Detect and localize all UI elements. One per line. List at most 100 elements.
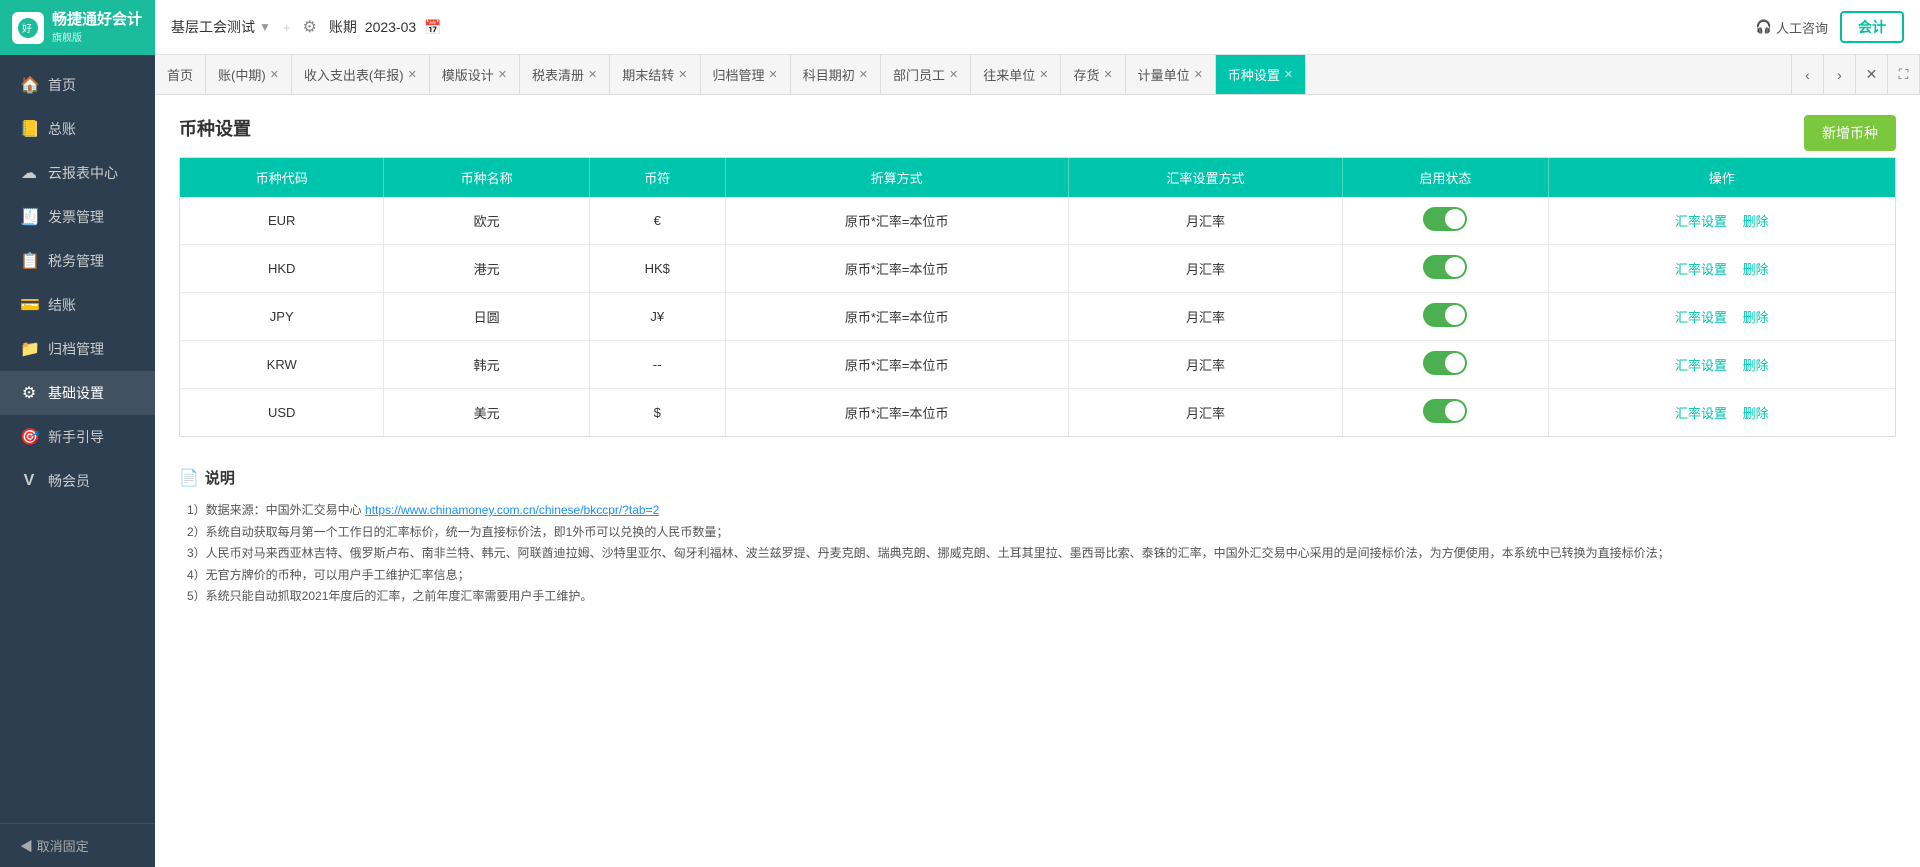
sidebar-item-settings[interactable]: ⚙ 基础设置 bbox=[0, 371, 155, 415]
tab-currency[interactable]: 币种设置 ✕ bbox=[1216, 55, 1306, 95]
cell-symbol: J¥ bbox=[589, 293, 725, 341]
toggle-enabled[interactable] bbox=[1423, 255, 1467, 279]
tab-tax-table[interactable]: 税表清册 ✕ bbox=[520, 55, 610, 95]
tab-midterm[interactable]: 账(中期) ✕ bbox=[206, 55, 292, 95]
dropdown-icon[interactable]: ▼ bbox=[259, 20, 271, 34]
tab-close-icon[interactable]: ✕ bbox=[678, 68, 687, 81]
tab-label: 部门员工 bbox=[893, 65, 945, 84]
sidebar-item-home[interactable]: 🏠 首页 bbox=[0, 63, 155, 107]
notes-title-text: 说明 bbox=[205, 467, 235, 488]
sidebar-collapse-btn[interactable]: ◀ 取消固定 bbox=[0, 823, 155, 867]
user-role-button[interactable]: 会计 bbox=[1840, 11, 1904, 43]
tab-close-icon[interactable]: ✕ bbox=[1194, 68, 1203, 81]
table-header-row: 币种代码 币种名称 币符 折算方式 汇率设置方式 启用状态 操作 bbox=[180, 158, 1895, 197]
cell-name: 日圆 bbox=[384, 293, 589, 341]
col-status: 启用状态 bbox=[1343, 158, 1548, 197]
list-item: 2）系统自动获取每月第一个工作日的汇率标价，统一为直接标价法，即1外币可以兑换的… bbox=[179, 522, 1896, 544]
consult-label: 人工咨询 bbox=[1776, 18, 1828, 37]
tab-next-btn[interactable]: › bbox=[1824, 55, 1856, 95]
table-body: EUR 欧元 € 原币*汇率=本位币 月汇率 汇率设置 删除 HKD 港元 HK… bbox=[180, 197, 1895, 436]
delete-link[interactable]: 删除 bbox=[1743, 262, 1769, 277]
tab-close-icon[interactable]: ✕ bbox=[408, 68, 417, 81]
toggle-enabled[interactable] bbox=[1423, 399, 1467, 423]
cell-code: KRW bbox=[180, 341, 384, 389]
headset-icon: 🎧 bbox=[1756, 19, 1772, 35]
list-item: 5）系统只能自动抓取2021年度后的汇率，之前年度汇率需要用户手工维护。 bbox=[179, 586, 1896, 608]
cell-rate-type: 月汇率 bbox=[1068, 293, 1343, 341]
tab-close-icon[interactable]: ✕ bbox=[588, 68, 597, 81]
new-currency-button[interactable]: 新增币种 bbox=[1804, 115, 1896, 151]
tab-archive[interactable]: 归档管理 ✕ bbox=[701, 55, 791, 95]
sidebar-item-invoice[interactable]: 🧾 发票管理 bbox=[0, 195, 155, 239]
gear-settings-icon[interactable]: ⚙ bbox=[302, 17, 316, 37]
header: 基层工会测试 ▼ + ⚙ 账期 2023-03 📅 🎧 人工咨询 会计 bbox=[155, 0, 1920, 55]
notes-list: 1）数据来源：中国外汇交易中心 https://www.chinamoney.c… bbox=[179, 500, 1896, 608]
delete-link[interactable]: 删除 bbox=[1743, 214, 1769, 229]
tab-home[interactable]: 首页 bbox=[155, 55, 206, 95]
rate-setting-link[interactable]: 汇率设置 bbox=[1675, 214, 1727, 229]
delete-link[interactable]: 删除 bbox=[1743, 406, 1769, 421]
sidebar-item-ledger[interactable]: 📒 总账 bbox=[0, 107, 155, 151]
tab-close-icon[interactable]: ✕ bbox=[769, 68, 778, 81]
tabbar: 首页 账(中期) ✕ 收入支出表(年报) ✕ 模版设计 ✕ 税表清册 ✕ 期末结… bbox=[155, 55, 1920, 95]
cell-actions: 汇率设置 删除 bbox=[1548, 341, 1895, 389]
tab-label: 归档管理 bbox=[713, 65, 765, 84]
sidebar-item-label: 结账 bbox=[48, 295, 76, 315]
toggle-knob bbox=[1445, 257, 1465, 277]
tab-close-icon[interactable]: ✕ bbox=[498, 68, 507, 81]
settings-icon: ⚙ bbox=[20, 383, 38, 403]
tab-period-close[interactable]: 期末结转 ✕ bbox=[610, 55, 700, 95]
tab-close-icon[interactable]: ✕ bbox=[949, 68, 958, 81]
toggle-enabled[interactable] bbox=[1423, 351, 1467, 375]
tab-prev-btn[interactable]: ‹ bbox=[1792, 55, 1824, 95]
tab-close-icon[interactable]: ✕ bbox=[1103, 68, 1112, 81]
sidebar-item-label: 云报表中心 bbox=[48, 163, 118, 183]
toggle-enabled[interactable] bbox=[1423, 207, 1467, 231]
rate-setting-link[interactable]: 汇率设置 bbox=[1675, 310, 1727, 325]
consult-btn[interactable]: 🎧 人工咨询 bbox=[1756, 18, 1828, 37]
tab-close-icon[interactable]: ✕ bbox=[859, 68, 868, 81]
tab-close-icon[interactable]: ✕ bbox=[270, 68, 279, 81]
sidebar-nav: 🏠 首页 📒 总账 ☁ 云报表中心 🧾 发票管理 📋 税务管理 💳 结账 📁 归… bbox=[0, 55, 155, 503]
cell-rate-type: 月汇率 bbox=[1068, 389, 1343, 437]
sidebar-item-label: 基础设置 bbox=[48, 383, 104, 403]
tab-expand-btn[interactable]: ⛶ bbox=[1888, 55, 1920, 95]
sidebar-item-guide[interactable]: 🎯 新手引导 bbox=[0, 415, 155, 459]
content-area: 币种设置 币种代码 币种名称 币符 折算方式 汇率设置方式 启用状态 操作 bbox=[155, 95, 1920, 648]
external-link[interactable]: https://www.chinamoney.com.cn/chinese/bk… bbox=[365, 503, 659, 517]
sidebar-item-checkout[interactable]: 💳 结账 bbox=[0, 283, 155, 327]
tab-close-icon[interactable]: ✕ bbox=[1284, 68, 1293, 81]
sidebar-item-member[interactable]: V 畅会员 bbox=[0, 459, 155, 503]
delete-link[interactable]: 删除 bbox=[1743, 358, 1769, 373]
cell-symbol: -- bbox=[589, 341, 725, 389]
rate-setting-link[interactable]: 汇率设置 bbox=[1675, 262, 1727, 277]
archive-icon: 📁 bbox=[20, 339, 38, 359]
toggle-knob bbox=[1445, 353, 1465, 373]
sidebar-item-tax[interactable]: 📋 税务管理 bbox=[0, 239, 155, 283]
sidebar-item-reports[interactable]: ☁ 云报表中心 bbox=[0, 151, 155, 195]
tab-close-icon[interactable]: ✕ bbox=[1039, 68, 1048, 81]
period-display: 账期 2023-03 📅 bbox=[329, 17, 442, 37]
tab-label: 往来单位 bbox=[983, 65, 1035, 84]
tab-close-all-btn[interactable]: ✕ bbox=[1856, 55, 1888, 95]
sidebar-item-label: 发票管理 bbox=[48, 207, 104, 227]
tab-inventory[interactable]: 存货 ✕ bbox=[1061, 55, 1125, 95]
rate-setting-link[interactable]: 汇率设置 bbox=[1675, 358, 1727, 373]
tab-contacts[interactable]: 往来单位 ✕ bbox=[971, 55, 1061, 95]
rate-setting-link[interactable]: 汇率设置 bbox=[1675, 406, 1727, 421]
delete-link[interactable]: 删除 bbox=[1743, 310, 1769, 325]
cell-symbol: $ bbox=[589, 389, 725, 437]
sidebar: 好 畅捷通好会计 旗舰版 🏠 首页 📒 总账 ☁ 云报表中心 🧾 发票管理 📋 … bbox=[0, 0, 155, 867]
sidebar-item-archive[interactable]: 📁 归档管理 bbox=[0, 327, 155, 371]
notes-section: 📄 说明 1）数据来源：中国外汇交易中心 https://www.chinamo… bbox=[179, 467, 1896, 628]
tab-annual-report[interactable]: 收入支出表(年报) ✕ bbox=[292, 55, 430, 95]
tab-template[interactable]: 模版设计 ✕ bbox=[430, 55, 520, 95]
toggle-enabled[interactable] bbox=[1423, 303, 1467, 327]
tab-unit[interactable]: 计量单位 ✕ bbox=[1126, 55, 1216, 95]
tab-department[interactable]: 部门员工 ✕ bbox=[881, 55, 971, 95]
sidebar-item-label: 首页 bbox=[48, 75, 76, 95]
cell-method: 原币*汇率=本位币 bbox=[725, 389, 1068, 437]
company-name[interactable]: 基层工会测试 ▼ bbox=[171, 17, 271, 37]
calendar-icon[interactable]: 📅 bbox=[424, 19, 441, 36]
tab-subject-init[interactable]: 科目期初 ✕ bbox=[791, 55, 881, 95]
